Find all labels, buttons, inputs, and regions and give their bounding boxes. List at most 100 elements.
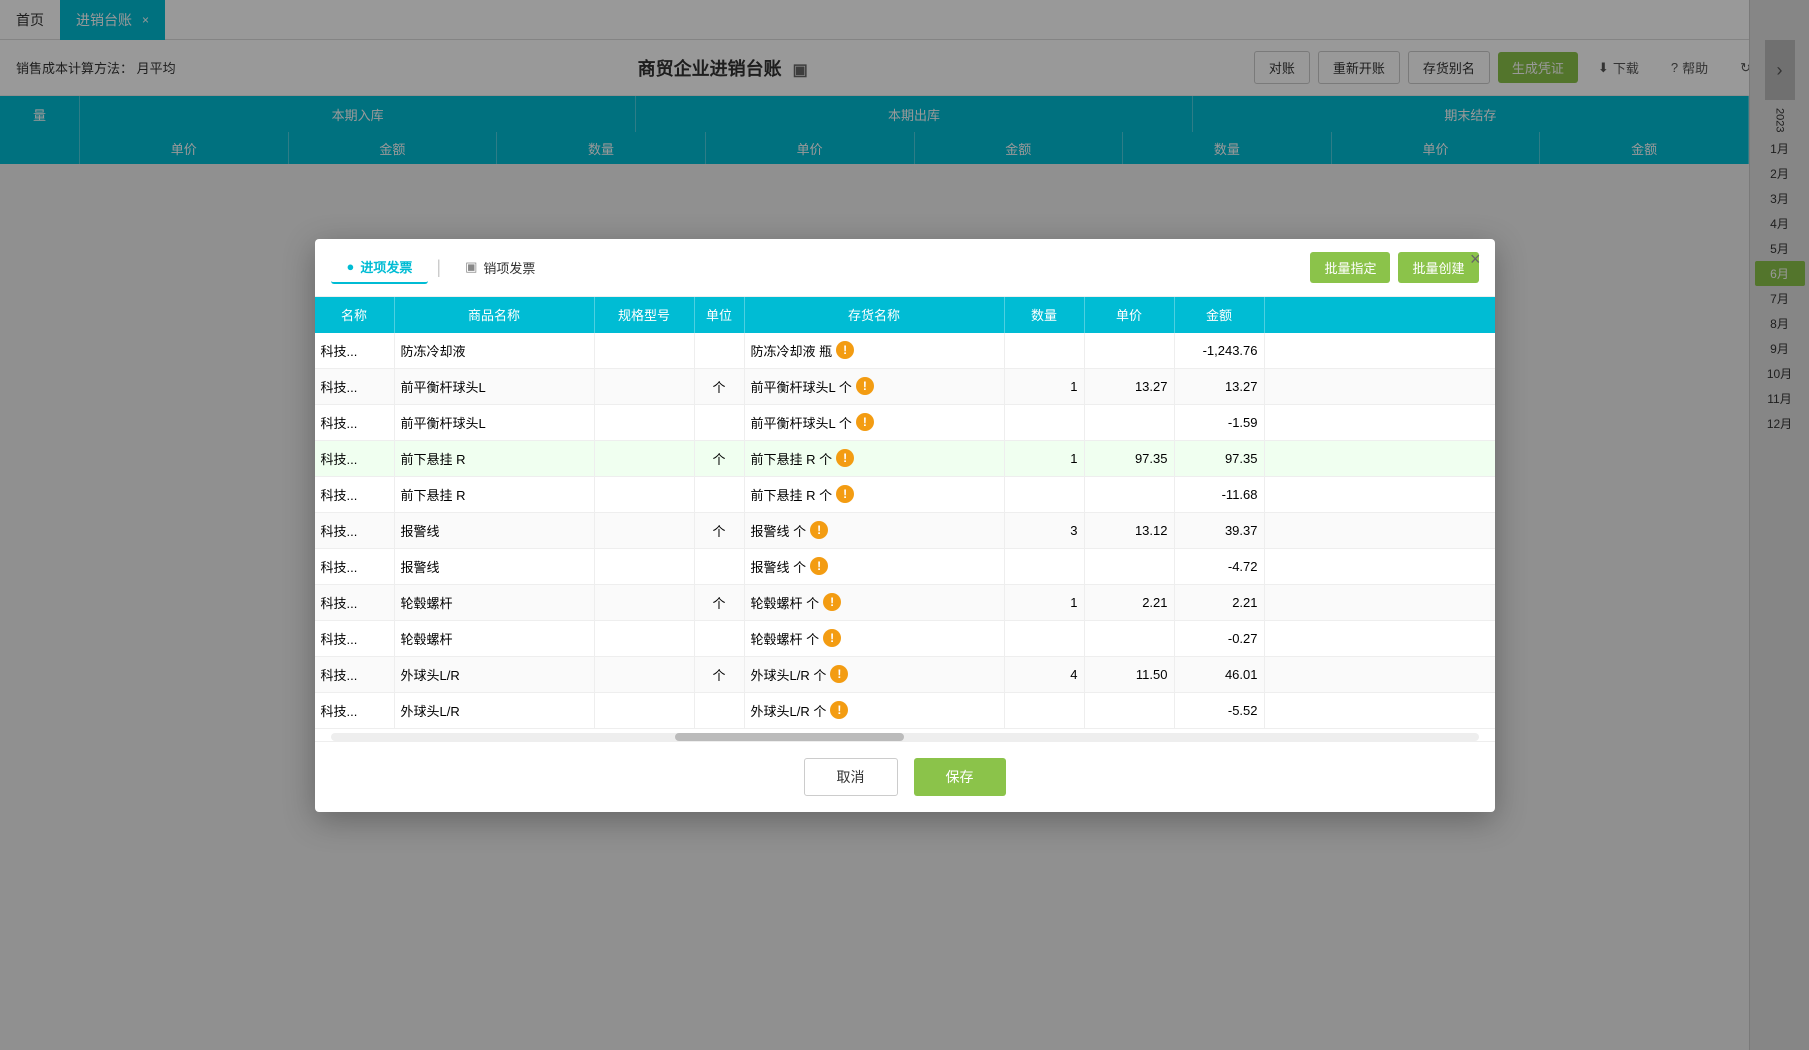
- table-row[interactable]: 科技...轮毂螺杆 轮毂螺杆 个 ! -0.27: [315, 621, 1495, 657]
- table-row[interactable]: 科技...报警线个报警线 个 !313.1239.37: [315, 513, 1495, 549]
- pizhi-create-button[interactable]: 批量创建: [1398, 252, 1478, 283]
- table-cell: 科技...: [315, 477, 395, 512]
- table-row[interactable]: 科技...前下悬挂 R前下悬挂 R 个 !-11.68: [315, 477, 1495, 513]
- save-button[interactable]: 保存: [914, 758, 1006, 796]
- warning-icon: !: [836, 449, 854, 467]
- table-cell: 11.50: [1085, 657, 1175, 692]
- table-cell: 97.35: [1085, 441, 1175, 476]
- warning-icon: !: [810, 521, 828, 539]
- table-row[interactable]: 科技...外球头L/R个外球头L/R 个 !411.5046.01: [315, 657, 1495, 693]
- modal-close-button[interactable]: ×: [1470, 249, 1481, 270]
- modal-header-buttons: 批量指定 批量创建: [1310, 252, 1478, 283]
- table-cell: -4.72: [1175, 549, 1265, 584]
- table-row[interactable]: 科技...轮毂螺杆个轮毂螺杆 个 !12.212.21: [315, 585, 1495, 621]
- xiaoxiang-tab-icon: ▣: [465, 259, 477, 275]
- table-cell: 轮毂螺杆 个 !: [745, 621, 1005, 656]
- table-cell: 个: [695, 441, 745, 476]
- table-cell: 科技...: [315, 441, 395, 476]
- table-cell: 轮毂螺杆: [395, 621, 595, 656]
- table-row[interactable]: 科技...前平衡杆球头L个前平衡杆球头L 个 !113.2713.27: [315, 369, 1495, 405]
- table-row[interactable]: 科技...前下悬挂 R个前下悬挂 R 个 !197.3597.35: [315, 441, 1495, 477]
- table-cell: 个: [695, 513, 745, 548]
- table-cell: 3: [1005, 513, 1085, 548]
- table-cell: 个: [695, 369, 745, 404]
- table-cell: -1,243.76: [1175, 333, 1265, 368]
- table-cell: 报警线: [395, 513, 595, 548]
- tab-xiaoxiang-fapiao[interactable]: ▣ 销项发票: [449, 252, 551, 283]
- pizhi-button[interactable]: 批量指定: [1310, 252, 1390, 283]
- cancel-button[interactable]: 取消: [804, 758, 898, 796]
- table-cell: [695, 549, 745, 584]
- table-cell: [595, 477, 695, 512]
- table-cell: 轮毂螺杆: [395, 585, 595, 620]
- modal-scrollbar[interactable]: [331, 733, 1479, 741]
- table-cell: 科技...: [315, 333, 395, 368]
- modal-footer: 取消 保存: [315, 741, 1495, 812]
- table-cell: 防冻冷却液: [395, 333, 595, 368]
- warning-icon: !: [823, 629, 841, 647]
- table-cell: [595, 441, 695, 476]
- th-unit: 单位: [695, 297, 745, 333]
- table-cell: 科技...: [315, 621, 395, 656]
- table-cell: 外球头L/R 个 !: [745, 657, 1005, 692]
- modal-overlay: ● 进项发票 | ▣ 销项发票 批量指定 批量创建 × 名称 商品名称: [0, 0, 1809, 1050]
- table-cell: 外球头L/R 个 !: [745, 693, 1005, 728]
- table-cell: 报警线: [395, 549, 595, 584]
- table-cell: 个: [695, 585, 745, 620]
- table-cell: [595, 549, 695, 584]
- table-cell: -0.27: [1175, 621, 1265, 656]
- table-cell: [695, 621, 745, 656]
- table-cell: 13.27: [1175, 369, 1265, 404]
- table-cell: [695, 693, 745, 728]
- table-cell: [595, 621, 695, 656]
- tab-jinxiang-fapiao[interactable]: ● 进项发票: [331, 251, 429, 284]
- table-row[interactable]: 科技...防冻冷却液防冻冷却液 瓶 !-1,243.76: [315, 333, 1495, 369]
- table-cell: 报警线 个 !: [745, 513, 1005, 548]
- warning-icon: !: [830, 665, 848, 683]
- warning-icon: !: [856, 377, 874, 395]
- table-cell: [1085, 477, 1175, 512]
- table-cell: 前下悬挂 R 个 !: [745, 441, 1005, 476]
- table-cell: [595, 405, 695, 440]
- table-cell: [595, 369, 695, 404]
- warning-icon: !: [830, 701, 848, 719]
- table-cell: [1085, 405, 1175, 440]
- table-cell: 科技...: [315, 549, 395, 584]
- table-cell: [1005, 693, 1085, 728]
- modal-scrollbar-thumb[interactable]: [675, 733, 905, 741]
- table-cell: -1.59: [1175, 405, 1265, 440]
- tab-separator: |: [436, 257, 441, 278]
- table-cell: -5.52: [1175, 693, 1265, 728]
- modal-dialog: ● 进项发票 | ▣ 销项发票 批量指定 批量创建 × 名称 商品名称: [315, 239, 1495, 812]
- table-cell: 科技...: [315, 369, 395, 404]
- th-qty: 数量: [1005, 297, 1085, 333]
- table-cell: [1085, 549, 1175, 584]
- table-cell: [1005, 621, 1085, 656]
- table-cell: 前下悬挂 R: [395, 441, 595, 476]
- table-cell: 前下悬挂 R 个 !: [745, 477, 1005, 512]
- table-cell: 科技...: [315, 513, 395, 548]
- table-cell: [1005, 333, 1085, 368]
- table-cell: 1: [1005, 441, 1085, 476]
- table-cell: 前平衡杆球头L: [395, 405, 595, 440]
- table-cell: 科技...: [315, 405, 395, 440]
- table-cell: 科技...: [315, 585, 395, 620]
- table-row[interactable]: 科技...外球头L/R外球头L/R 个 !-5.52: [315, 693, 1495, 729]
- table-row[interactable]: 科技...报警线报警线 个 !-4.72: [315, 549, 1495, 585]
- table-cell: 科技...: [315, 693, 395, 728]
- table-row[interactable]: 科技...前平衡杆球头L前平衡杆球头L 个 !-1.59: [315, 405, 1495, 441]
- table-cell: 2.21: [1175, 585, 1265, 620]
- table-cell: 科技...: [315, 657, 395, 692]
- th-amount: 金额: [1175, 297, 1265, 333]
- table-cell: [1085, 693, 1175, 728]
- table-cell: 个: [695, 657, 745, 692]
- th-price: 单价: [1085, 297, 1175, 333]
- table-cell: [595, 585, 695, 620]
- table-cell: [1085, 621, 1175, 656]
- table-cell: 2.21: [1085, 585, 1175, 620]
- jinxiang-tab-icon: ●: [347, 259, 355, 274]
- warning-icon: !: [856, 413, 874, 431]
- table-cell: 前平衡杆球头L 个 !: [745, 369, 1005, 404]
- table-cell: 前下悬挂 R: [395, 477, 595, 512]
- table-cell: 39.37: [1175, 513, 1265, 548]
